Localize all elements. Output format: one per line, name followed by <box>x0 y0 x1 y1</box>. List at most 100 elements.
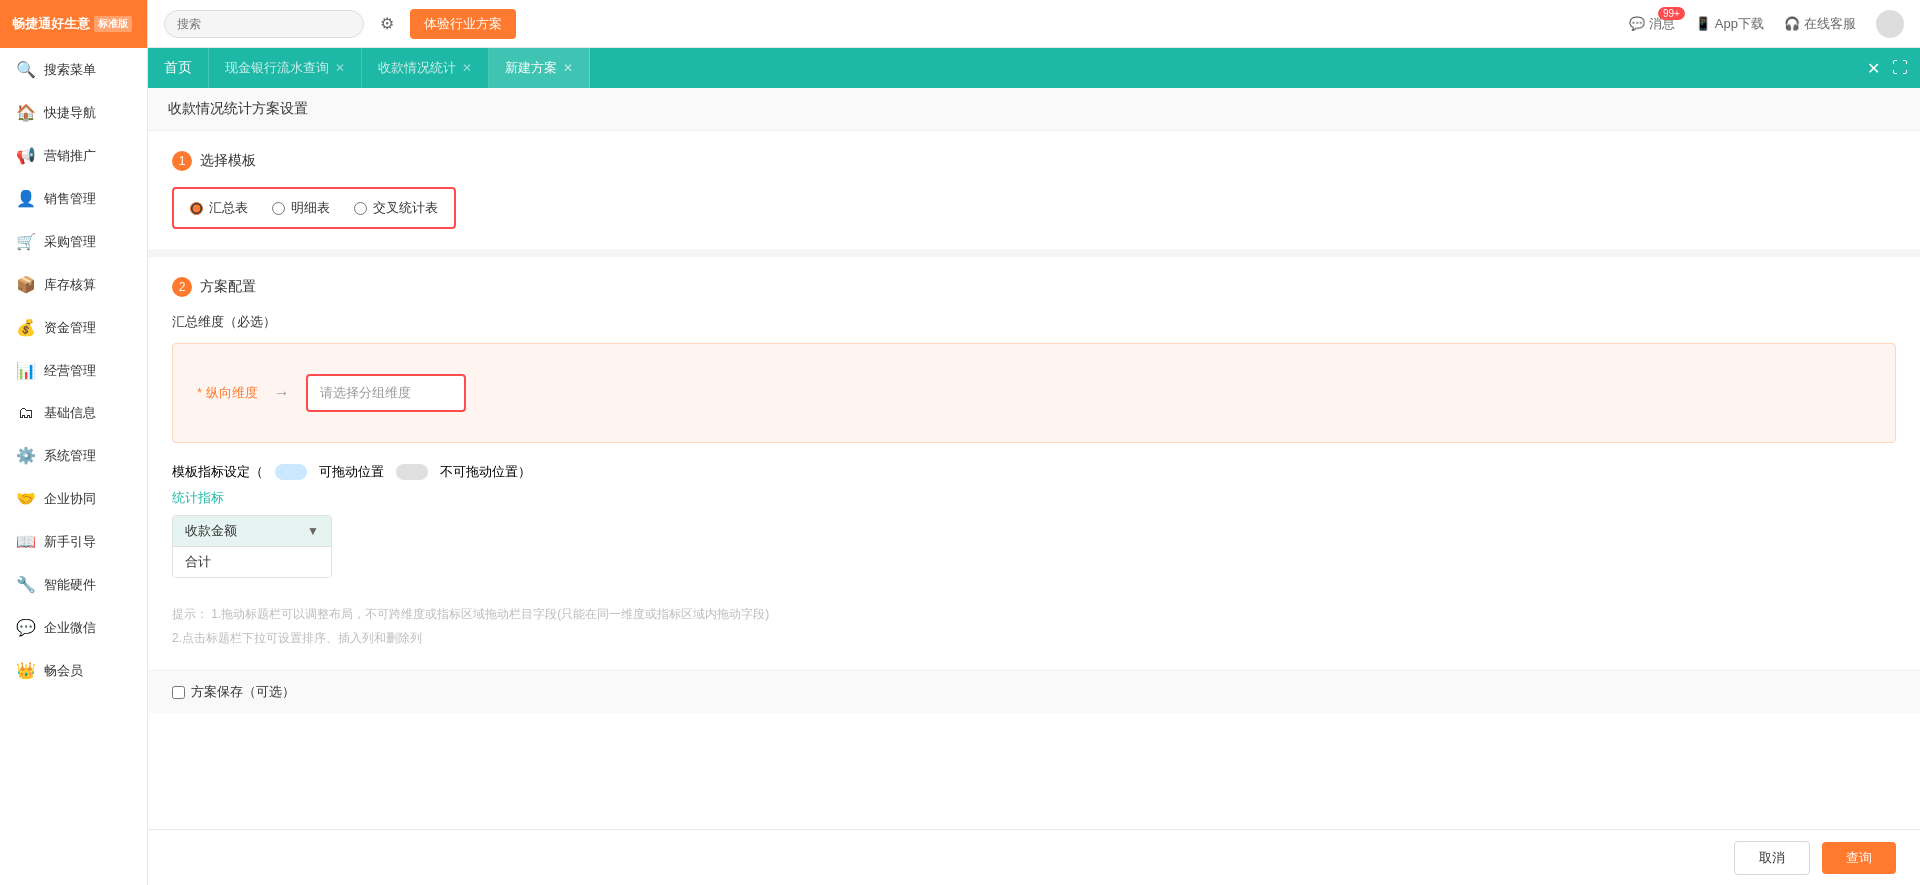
logo-text: 畅捷通好生意 <box>12 15 90 33</box>
query-button[interactable]: 查询 <box>1822 842 1896 874</box>
sidebar-item-新手引导[interactable]: 📖 新手引导 <box>0 520 147 563</box>
download-icon: 📱 <box>1695 16 1711 31</box>
metrics-header: 模板指标设定（ 可拖动位置 不可拖动位置） <box>172 463 1896 481</box>
sidebar-item-销售管理[interactable]: 👤 销售管理 <box>0 177 147 220</box>
main-area: ⚙ 体验行业方案 💬 消息 99+ 📱 App下载 🎧 在线客服 首页现金银行流… <box>148 0 1920 885</box>
fullscreen-icon[interactable]: ⛶ <box>1892 59 1908 77</box>
tab-新建方案[interactable]: 新建方案 ✕ <box>489 48 590 88</box>
tab-收款情况统计[interactable]: 收款情况统计 ✕ <box>362 48 489 88</box>
sidebar-item-库存核算[interactable]: 📦库存核算 <box>0 263 147 306</box>
save-checkbox[interactable] <box>172 686 185 699</box>
radio-mingxi-input[interactable] <box>272 202 285 215</box>
tab-close-icon[interactable]: ✕ <box>563 61 573 75</box>
service-icon: 🎧 <box>1784 16 1800 31</box>
notification-item[interactable]: 💬 消息 99+ <box>1629 15 1675 33</box>
metrics-col-sub: 合计 <box>173 547 331 577</box>
gear-icon[interactable]: ⚙ <box>380 14 394 33</box>
radio-jiaocha-input[interactable] <box>354 202 367 215</box>
sidebar-item-label: 基础信息 <box>44 404 96 422</box>
download-label: App下载 <box>1715 15 1764 33</box>
tab-close-icon[interactable]: ✕ <box>335 61 345 75</box>
sidebar-item-label: 企业协同 <box>44 490 96 508</box>
tab-首页[interactable]: 首页 <box>148 48 209 88</box>
save-row: 方案保存（可选） <box>148 670 1920 713</box>
sidebar-item-企业协同[interactable]: 🤝 企业协同 <box>0 477 147 520</box>
content-area: 收款情况统计方案设置 1 选择模板 汇总表 明细表 <box>148 88 1920 829</box>
save-label-text: 方案保存（可选） <box>191 683 295 701</box>
sidebar: 畅捷通好生意 标准版 🔍 搜索菜单 🏠 快捷导航 📢营销推广 👤 销售管理 🛒采购管理📦库存核… <box>0 0 148 885</box>
tab-bar: 首页现金银行流水查询 ✕收款情况统计 ✕新建方案 ✕ ✕ ⛶ <box>148 48 1920 88</box>
metrics-table: 收款金额 ▼ 合计 <box>172 515 332 578</box>
page-title: 收款情况统计方案设置 <box>168 100 308 116</box>
tab-现金银行流水查询[interactable]: 现金银行流水查询 ✕ <box>209 48 362 88</box>
sidebar-icon: 📦 <box>16 275 36 294</box>
sidebar-item-采购管理[interactable]: 🛒采购管理 <box>0 220 147 263</box>
sidebar-item-label: 快捷导航 <box>44 104 96 122</box>
sidebar-item-企业微信[interactable]: 💬企业微信 <box>0 606 147 649</box>
sidebar-icon: 📖 <box>16 532 36 551</box>
step1-section: 1 选择模板 汇总表 明细表 交叉统计表 <box>148 131 1920 249</box>
template-select-row: 汇总表 明细表 交叉统计表 <box>172 187 456 229</box>
sidebar-item-label: 销售管理 <box>44 190 96 208</box>
radio-huizong[interactable]: 汇总表 <box>190 199 248 217</box>
save-checkbox-label[interactable]: 方案保存（可选） <box>172 683 295 701</box>
trial-button[interactable]: 体验行业方案 <box>410 9 516 39</box>
hint-line-1: 提示： 1.拖动标题栏可以调整布局，不可跨维度或指标区域拖动栏目字段(只能在同一… <box>172 602 1896 626</box>
sidebar-icon: 🔧 <box>16 575 36 594</box>
sidebar-item-畅会员[interactable]: 👑 畅会员 <box>0 649 147 692</box>
sidebar-item-搜索菜单[interactable]: 🔍 搜索菜单 <box>0 48 147 91</box>
no-drag-indicator <box>396 464 428 480</box>
sidebar-item-系统管理[interactable]: ⚙️系统管理 <box>0 434 147 477</box>
sidebar-icon: 👤 <box>16 189 36 208</box>
service-item[interactable]: 🎧 在线客服 <box>1784 15 1856 33</box>
chevron-down-icon[interactable]: ▼ <box>307 524 319 538</box>
tab-label: 新建方案 <box>505 59 557 77</box>
step1-text: 选择模板 <box>200 152 256 170</box>
step2-section: 2 方案配置 汇总维度（必选） * 纵向维度 → 请选择分组维度 <box>148 257 1920 670</box>
sidebar-item-快捷导航[interactable]: 🏠 快捷导航 <box>0 91 147 134</box>
sidebar-logo: 畅捷通好生意 标准版 <box>0 0 147 48</box>
sidebar-item-经营管理[interactable]: 📊经营管理 <box>0 349 147 392</box>
metrics-section: 模板指标设定（ 可拖动位置 不可拖动位置） 统计指标 收款金额 ▼ 合计 <box>172 463 1896 650</box>
message-icon: 💬 <box>1629 16 1645 31</box>
sidebar-icon: 👑 <box>16 661 36 680</box>
sidebar-icon: 🤝 <box>16 489 36 508</box>
close-all-icon[interactable]: ✕ <box>1867 59 1880 78</box>
sidebar-icon: 📊 <box>16 361 36 380</box>
sidebar-icon: 🔍 <box>16 60 36 79</box>
sidebar-item-label: 系统管理 <box>44 447 96 465</box>
tab-label: 现金银行流水查询 <box>225 59 329 77</box>
sidebar-item-智能硬件[interactable]: 🔧智能硬件 <box>0 563 147 606</box>
step1-badge: 1 <box>172 151 192 171</box>
sidebar-item-label: 畅会员 <box>44 662 83 680</box>
radio-mingxi-label: 明细表 <box>291 199 330 217</box>
tab-close-icon[interactable]: ✕ <box>462 61 472 75</box>
avatar[interactable] <box>1876 10 1904 38</box>
sidebar-icon: 🛒 <box>16 232 36 251</box>
dim-select-placeholder: 请选择分组维度 <box>320 385 411 400</box>
sidebar-item-营销推广[interactable]: 📢营销推广 <box>0 134 147 177</box>
radio-jiaocha-label: 交叉统计表 <box>373 199 438 217</box>
search-input[interactable] <box>164 10 364 38</box>
sidebar-icon: 🏠 <box>16 103 36 122</box>
tab-bar-actions: ✕ ⛶ <box>1855 48 1920 88</box>
dim-select[interactable]: 请选择分组维度 <box>306 374 466 412</box>
top-header: ⚙ 体验行业方案 💬 消息 99+ 📱 App下载 🎧 在线客服 <box>148 0 1920 48</box>
sidebar-item-label: 搜索菜单 <box>44 61 96 79</box>
sidebar-item-label: 新手引导 <box>44 533 96 551</box>
sidebar-item-label: 资金管理 <box>44 319 96 337</box>
radio-huizong-input[interactable] <box>190 202 203 215</box>
metrics-header-text: 模板指标设定（ <box>172 463 263 481</box>
sidebar-item-资金管理[interactable]: 💰资金管理 <box>0 306 147 349</box>
arrow-icon: → <box>274 384 290 402</box>
sidebar-item-基础信息[interactable]: 🗂基础信息 <box>0 392 147 434</box>
tab-label: 首页 <box>164 59 192 77</box>
download-item[interactable]: 📱 App下载 <box>1695 15 1764 33</box>
radio-jiaocha[interactable]: 交叉统计表 <box>354 199 438 217</box>
dimension-area: * 纵向维度 → 请选择分组维度 <box>172 343 1896 443</box>
sidebar-nav: 🔍 搜索菜单 🏠 快捷导航 📢营销推广 👤 销售管理 🛒采购管理📦库存核算💰资金管理📊经营管理… <box>0 48 147 885</box>
radio-mingxi[interactable]: 明细表 <box>272 199 330 217</box>
cancel-button[interactable]: 取消 <box>1734 841 1810 875</box>
draggable-indicator <box>275 464 307 480</box>
sidebar-item-label: 营销推广 <box>44 147 96 165</box>
